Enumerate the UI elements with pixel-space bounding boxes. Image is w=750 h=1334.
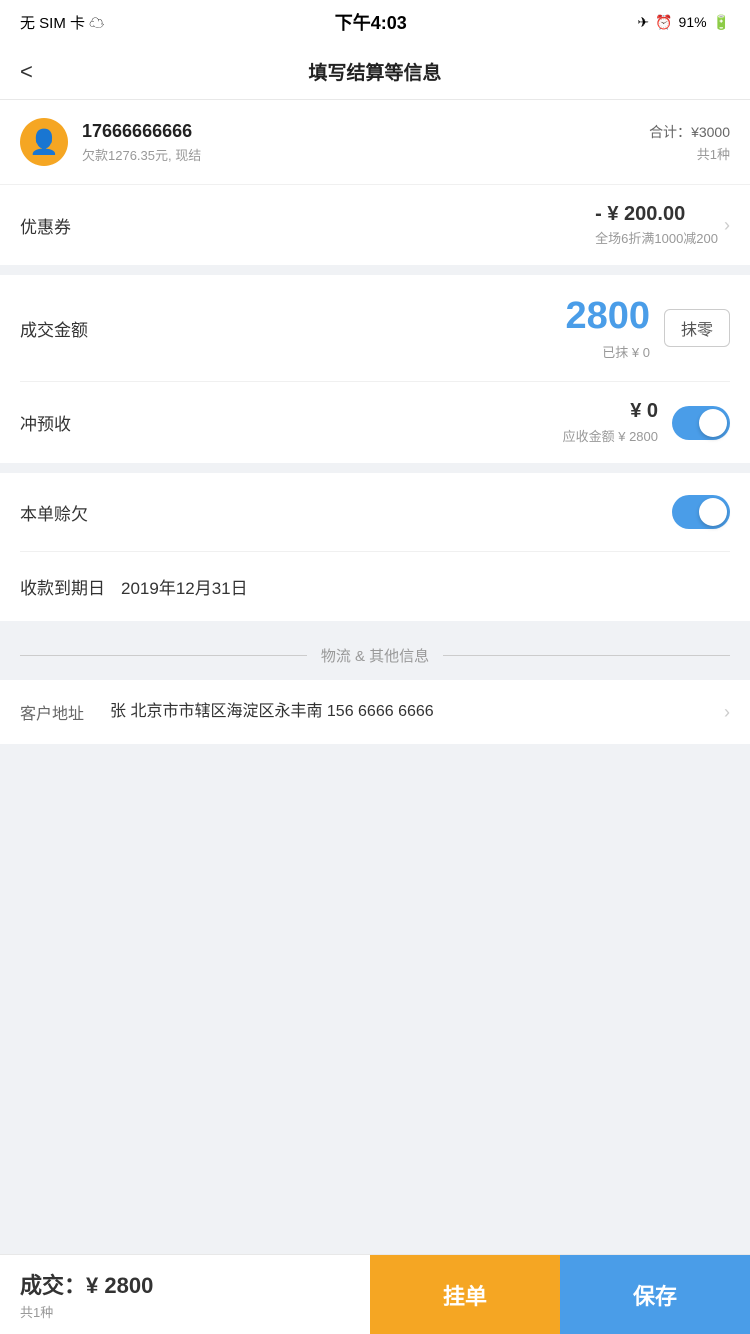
advance-right: ¥ 0 应收金额 ¥ 2800 <box>563 400 730 445</box>
customer-phone: 17666666666 <box>82 121 201 142</box>
logistics-divider: 物流 & 其他信息 <box>0 631 750 680</box>
deal-row: 成交金额 2800 已抹 ¥ 0 抹零 <box>20 275 730 382</box>
deal-amount-group: 2800 已抹 ¥ 0 <box>565 295 650 361</box>
battery-icon: 🔋 <box>713 14 730 31</box>
credit-row: 本单赊欠 <box>20 473 730 552</box>
advance-sub: 应收金额 ¥ 2800 <box>563 426 658 445</box>
advance-value-group: ¥ 0 应收金额 ¥ 2800 <box>563 400 658 445</box>
coupon-value: - ¥ 200.00 <box>595 203 718 226</box>
deal-label: 成交金额 <box>20 316 88 341</box>
address-chevron: › <box>724 702 730 723</box>
gray-area <box>0 754 750 904</box>
status-bar: 无 SIM 卡 ☁ 下午4:03 ✈ ⏰ 91% 🔋 <box>0 0 750 44</box>
customer-left: 👤 17666666666 欠款1276.35元, 现结 <box>20 118 201 166</box>
deal-sub: 已抹 ¥ 0 <box>565 342 650 361</box>
back-button[interactable]: < <box>20 59 33 85</box>
coupon-label: 优惠券 <box>20 213 71 238</box>
address-section: 客户地址 张 北京市市辖区海淀区永丰南 156 6666 6666 › <box>0 680 750 744</box>
customer-info: 17666666666 欠款1276.35元, 现结 <box>82 121 201 164</box>
bottom-deal: 成交：¥ 2800 <box>20 1268 350 1300</box>
location-icon: ✈ <box>637 14 649 31</box>
due-date-row: 收款到期日 2019年12月31日 <box>20 552 730 621</box>
coupon-chevron: › <box>724 215 730 236</box>
customer-row: 👤 17666666666 欠款1276.35元, 现结 合计：¥3000 共1… <box>0 100 750 184</box>
deal-section: 成交金额 2800 已抹 ¥ 0 抹零 冲预收 ¥ 0 应收金额 ¥ 2800 <box>0 275 750 463</box>
due-date-value: 2019年12月31日 <box>121 574 248 599</box>
status-right: ✈ ⏰ 91% 🔋 <box>637 14 730 31</box>
advance-value: ¥ 0 <box>563 400 658 423</box>
bottom-summary: 成交：¥ 2800 共1种 <box>0 1268 370 1321</box>
customer-right: 合计：¥3000 共1种 <box>649 122 730 163</box>
advance-toggle[interactable] <box>672 406 730 440</box>
coupon-row[interactable]: 优惠券 - ¥ 200.00 全场6折满1000减200 › <box>0 184 750 265</box>
round-zero-button[interactable]: 抹零 <box>664 309 730 347</box>
divider-line-right <box>443 655 730 656</box>
coupon-desc: 全场6折满1000减200 <box>595 228 718 247</box>
battery-text: 91% <box>679 14 707 30</box>
advance-label: 冲预收 <box>20 410 71 435</box>
deal-amount: 2800 <box>565 295 650 338</box>
customer-sub: 欠款1276.35元, 现结 <box>82 145 201 164</box>
status-time: 下午4:03 <box>335 9 407 35</box>
divider-line-left <box>20 655 307 656</box>
avatar: 👤 <box>20 118 68 166</box>
credit-section: 本单赊欠 收款到期日 2019年12月31日 <box>0 473 750 621</box>
address-row[interactable]: 客户地址 张 北京市市辖区海淀区永丰南 156 6666 6666 › <box>0 680 750 744</box>
customer-section: 👤 17666666666 欠款1276.35元, 现结 合计：¥3000 共1… <box>0 100 750 265</box>
credit-toggle[interactable] <box>672 495 730 529</box>
coupon-value-group: - ¥ 200.00 全场6折满1000减200 <box>595 203 718 247</box>
status-left: 无 SIM 卡 ☁ <box>20 12 104 33</box>
bottom-bar: 成交：¥ 2800 共1种 挂单 保存 <box>0 1254 750 1334</box>
sim-text: 无 SIM 卡 ☁ <box>20 12 104 33</box>
credit-label: 本单赊欠 <box>20 500 88 525</box>
logistics-divider-text: 物流 & 其他信息 <box>321 645 429 666</box>
nav-bar: < 填写结算等信息 <box>0 44 750 100</box>
page-title: 填写结算等信息 <box>308 58 441 85</box>
bottom-count: 共1种 <box>20 1302 350 1321</box>
total-label: 合计：¥3000 <box>649 122 730 142</box>
item-count: 共1种 <box>649 144 730 163</box>
hang-order-button[interactable]: 挂单 <box>370 1255 560 1334</box>
coupon-right: - ¥ 200.00 全场6折满1000减200 › <box>595 203 730 247</box>
bottom-deal-value: ¥ 2800 <box>86 1273 153 1298</box>
save-button[interactable]: 保存 <box>560 1255 750 1334</box>
due-date-label: 收款到期日 <box>20 574 105 599</box>
address-value: 张 北京市市辖区海淀区永丰南 156 6666 6666 <box>100 700 724 724</box>
bottom-deal-label: 成交： <box>20 1273 86 1298</box>
address-label: 客户地址 <box>20 700 100 724</box>
deal-right-group: 2800 已抹 ¥ 0 抹零 <box>565 295 730 361</box>
advance-row: 冲预收 ¥ 0 应收金额 ¥ 2800 <box>20 382 730 463</box>
avatar-icon: 👤 <box>29 128 59 157</box>
alarm-icon: ⏰ <box>655 14 672 31</box>
